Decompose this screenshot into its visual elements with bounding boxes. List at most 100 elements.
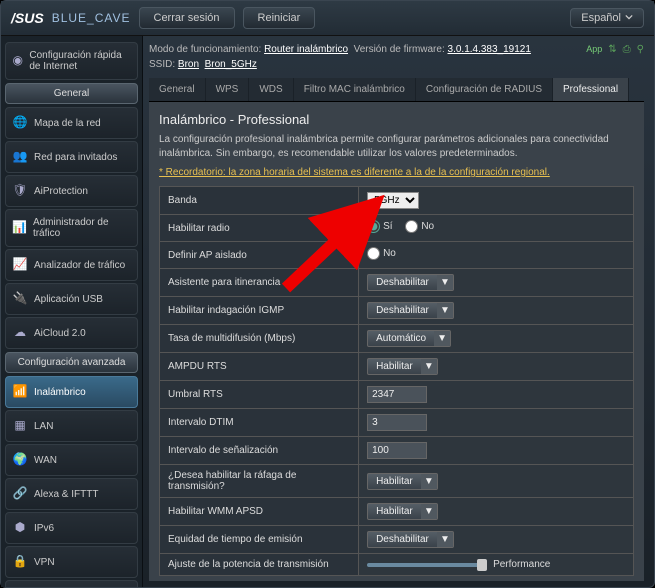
radio-yes-wrap[interactable]: Sí bbox=[367, 220, 392, 233]
sidebar-item-ipv6[interactable]: ⬢IPv6 bbox=[5, 512, 138, 544]
mode-link[interactable]: Router inalámbrico bbox=[264, 44, 348, 55]
sidebar-group-general: General bbox=[5, 83, 138, 104]
chevron-down-icon: ▼ bbox=[437, 532, 453, 547]
tab-professional[interactable]: Professional bbox=[553, 78, 629, 101]
row-roaming-label: Asistente para itinerancia bbox=[160, 269, 359, 297]
roaming-select[interactable]: Deshabilitar▼ bbox=[367, 274, 454, 291]
meter-icon: 📊 bbox=[12, 220, 27, 236]
usb-icon: 🔌 bbox=[12, 291, 28, 307]
row-igmp-label: Habilitar indagación IGMP bbox=[160, 297, 359, 325]
radio-no-wrap[interactable]: No bbox=[405, 220, 434, 233]
row-airtime-label: Equidad de tiempo de emisión bbox=[160, 526, 359, 554]
sidebar-item-usb-app[interactable]: 🔌Aplicación USB bbox=[5, 283, 138, 315]
chevron-down-icon: ▼ bbox=[437, 303, 453, 318]
txpower-slider-wrap: Performance bbox=[367, 559, 625, 570]
sidebar-item-traffic-analyzer[interactable]: 📈Analizador de tráfico bbox=[5, 249, 138, 281]
sidebar-item-aicloud[interactable]: ☁AiCloud 2.0 bbox=[5, 317, 138, 349]
chevron-down-icon: ▼ bbox=[421, 504, 437, 519]
lan-icon: ▦ bbox=[12, 418, 28, 434]
airtime-select[interactable]: Deshabilitar▼ bbox=[367, 531, 454, 548]
app-link[interactable]: App bbox=[586, 44, 602, 55]
brand-logo: /SUS bbox=[11, 10, 44, 26]
sidebar-item-wireless[interactable]: 📶Inalámbrico bbox=[5, 376, 138, 408]
radio-yes[interactable] bbox=[367, 220, 380, 233]
sidebar-group-advanced: Configuración avanzada bbox=[5, 352, 138, 373]
row-ap-isolated-label: Definir AP aislado bbox=[160, 242, 359, 269]
row-txpower-label: Ajuste de la potencia de transmisión bbox=[160, 554, 359, 576]
ssid2-link[interactable]: Bron_5GHz bbox=[205, 59, 257, 70]
row-radio-label: Habilitar radio bbox=[160, 215, 359, 242]
row-rts-label: Umbral RTS bbox=[160, 381, 359, 409]
tabs: General WPS WDS Filtro MAC inalámbrico C… bbox=[149, 78, 644, 102]
rts-input[interactable] bbox=[367, 386, 427, 403]
tab-wps[interactable]: WPS bbox=[206, 78, 250, 101]
model-name: BLUE_CAVE bbox=[52, 11, 131, 25]
band-select[interactable]: 5GHz bbox=[367, 192, 419, 209]
row-multicast-label: Tasa de multidifusión (Mbps) bbox=[160, 325, 359, 353]
sidebar: ◉ Configuración rápida de Internet Gener… bbox=[1, 36, 143, 587]
link-icon: 🔗 bbox=[12, 486, 28, 502]
sidebar-item-alexa[interactable]: 🔗Alexa & IFTTT bbox=[5, 478, 138, 510]
row-wmm-label: Habilitar WMM APSD bbox=[160, 498, 359, 526]
sidebar-quick-setup[interactable]: ◉ Configuración rápida de Internet bbox=[5, 42, 138, 80]
txpower-value: Performance bbox=[493, 559, 550, 570]
wan-icon: 🌍 bbox=[12, 452, 28, 468]
sidebar-item-lan[interactable]: ▦LAN bbox=[5, 410, 138, 442]
slider-thumb[interactable] bbox=[477, 559, 487, 571]
content-panel: Inalámbrico - Professional La configurac… bbox=[149, 102, 644, 581]
txpower-slider[interactable] bbox=[367, 563, 487, 567]
sidebar-item-vpn[interactable]: 🔒VPN bbox=[5, 546, 138, 578]
ssid1-link[interactable]: Bron bbox=[178, 59, 199, 70]
row-burst-label: ¿Desea habilitar la ráfaga de transmisió… bbox=[160, 465, 359, 498]
top-bar: /SUS BLUE_CAVE Cerrar sesión Reiniciar E… bbox=[1, 1, 654, 36]
ipv6-icon: ⬢ bbox=[12, 520, 28, 536]
chevron-down-icon: ▼ bbox=[421, 359, 437, 374]
row-ampdu-label: AMPDU RTS bbox=[160, 353, 359, 381]
info-line-2: SSID: Bron Bron_5GHz bbox=[149, 57, 644, 72]
main-content: Modo de funcionamiento: Router inalámbri… bbox=[143, 36, 654, 587]
row-beacon-label: Intervalo de señalización bbox=[160, 437, 359, 465]
timezone-reminder[interactable]: * Recordatorio: la zona horaria del sist… bbox=[159, 167, 634, 178]
row-dtim-label: Intervalo DTIM bbox=[160, 409, 359, 437]
ap-isolated-no-wrap[interactable]: No bbox=[367, 247, 396, 260]
lock-icon: 🔒 bbox=[12, 554, 28, 570]
sidebar-item-wan[interactable]: 🌍WAN bbox=[5, 444, 138, 476]
status-icon-3: ⚲ bbox=[637, 44, 644, 55]
chevron-down-icon bbox=[625, 12, 633, 24]
wifi-icon: 📶 bbox=[12, 384, 28, 400]
sidebar-item-firewall[interactable]: 🔥Firewall bbox=[5, 580, 138, 587]
tab-radius[interactable]: Configuración de RADIUS bbox=[416, 78, 553, 101]
dtim-input[interactable] bbox=[367, 414, 427, 431]
sidebar-item-aiprotection[interactable]: 🛡AiProtection bbox=[5, 175, 138, 207]
beacon-input[interactable] bbox=[367, 442, 427, 459]
reboot-button[interactable]: Reiniciar bbox=[243, 7, 316, 29]
wmm-select[interactable]: Habilitar▼ bbox=[367, 503, 438, 520]
tab-general[interactable]: General bbox=[149, 78, 206, 101]
chevron-down-icon: ▼ bbox=[434, 331, 450, 346]
chart-icon: 📈 bbox=[12, 257, 28, 273]
logout-button[interactable]: Cerrar sesión bbox=[139, 7, 235, 29]
sidebar-item-network-map[interactable]: 🌐Mapa de la red bbox=[5, 107, 138, 139]
igmp-select[interactable]: Deshabilitar▼ bbox=[367, 302, 454, 319]
status-icon-1: ⇅ bbox=[608, 44, 616, 55]
settings-table: Banda 5GHz Habilitar radio Sí No Definir… bbox=[159, 186, 634, 576]
tab-mac-filter[interactable]: Filtro MAC inalámbrico bbox=[294, 78, 416, 101]
sidebar-item-guest-network[interactable]: 👥Red para invitados bbox=[5, 141, 138, 173]
radio-no[interactable] bbox=[405, 220, 418, 233]
tab-wds[interactable]: WDS bbox=[249, 78, 293, 101]
burst-select[interactable]: Habilitar▼ bbox=[367, 473, 438, 490]
language-select[interactable]: Español bbox=[570, 8, 644, 28]
people-icon: 👥 bbox=[12, 149, 28, 165]
status-icon-2: ⎙ bbox=[623, 44, 631, 55]
page-title: Inalámbrico - Professional bbox=[159, 112, 634, 127]
multicast-select[interactable]: Automático▼ bbox=[367, 330, 451, 347]
ampdu-select[interactable]: Habilitar▼ bbox=[367, 358, 438, 375]
firmware-link[interactable]: 3.0.1.4.383_19121 bbox=[448, 44, 531, 55]
sidebar-item-traffic-manager[interactable]: 📊Administrador de tráfico bbox=[5, 209, 138, 247]
ap-isolated-no[interactable] bbox=[367, 247, 380, 260]
language-label: Español bbox=[581, 12, 621, 24]
gauge-icon: ◉ bbox=[12, 53, 23, 69]
chevron-down-icon: ▼ bbox=[421, 474, 437, 489]
row-band-label: Banda bbox=[160, 187, 359, 215]
cloud-icon: ☁ bbox=[12, 325, 28, 341]
